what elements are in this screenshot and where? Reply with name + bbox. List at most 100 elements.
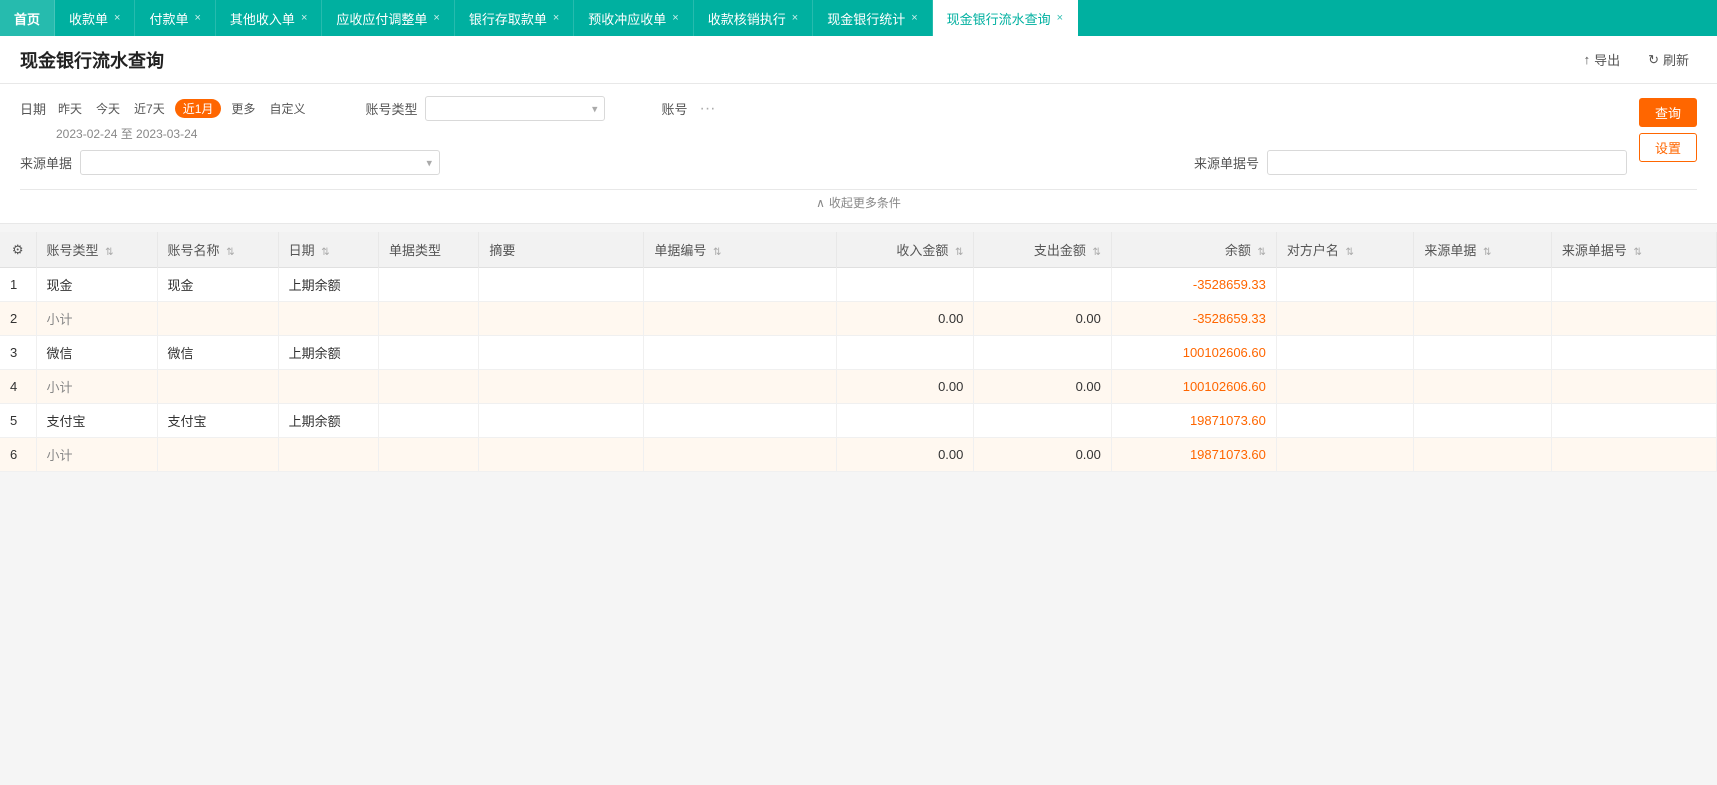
cell-date xyxy=(278,370,378,404)
col-counterparty[interactable]: 对方户名 ⇅ xyxy=(1276,232,1414,268)
cell-source-doc-no xyxy=(1551,370,1716,404)
cell-account-name xyxy=(157,370,278,404)
nav-home[interactable]: 首页 xyxy=(0,0,55,36)
filter-area: 日期 昨天 今天 近7天 近1月 更多 自定义 账号类型 xyxy=(0,84,1717,224)
sort-icon-5: ⇅ xyxy=(713,247,721,258)
nav-tab-2[interactable]: 其他收入单 × xyxy=(216,0,322,36)
col-date[interactable]: 日期 ⇅ xyxy=(278,232,378,268)
nav-tab-7[interactable]: 现金银行统计 × xyxy=(813,0,932,36)
cell-expense xyxy=(974,336,1112,370)
date-btn-today[interactable]: 今天 xyxy=(92,99,124,118)
table-row: 3微信微信上期余额100102606.60 xyxy=(0,336,1717,370)
col-doc-type[interactable]: 单据类型 xyxy=(378,232,478,268)
cell-expense xyxy=(974,268,1112,302)
nav-tab-3[interactable]: 应收应付调整单 × xyxy=(322,0,454,36)
sort-icon-2: ⇅ xyxy=(321,247,329,258)
date-label: 日期 xyxy=(20,99,46,118)
col-expense[interactable]: 支出金额 ⇅ xyxy=(974,232,1112,268)
col-doc-no[interactable]: 单据编号 ⇅ xyxy=(644,232,837,268)
collapse-icon: ∧ xyxy=(816,196,825,210)
cell-account-type: 微信 xyxy=(36,336,157,370)
close-icon-6[interactable]: × xyxy=(792,12,798,24)
nav-tab-5[interactable]: 预收冲应收单 × xyxy=(574,0,693,36)
account-type-select[interactable] xyxy=(425,96,605,121)
col-source-doc-no[interactable]: 来源单据号 ⇅ xyxy=(1551,232,1716,268)
collapse-bar[interactable]: ∧ 收起更多条件 xyxy=(20,189,1697,215)
query-button[interactable]: 查询 xyxy=(1639,98,1697,127)
date-btn-more[interactable]: 更多 xyxy=(227,99,259,118)
cell-doc-no xyxy=(644,370,837,404)
cell-balance: -3528659.33 xyxy=(1111,268,1276,302)
cell-doc-no xyxy=(644,336,837,370)
export-button[interactable]: ↑ 导出 xyxy=(1576,46,1629,73)
nav-tab-4[interactable]: 银行存取款单 × xyxy=(455,0,574,36)
cell-account-name: 支付宝 xyxy=(157,404,278,438)
cell-expense xyxy=(974,404,1112,438)
date-btn-custom[interactable]: 自定义 xyxy=(265,99,309,118)
col-account-type[interactable]: 账号类型 ⇅ xyxy=(36,232,157,268)
close-icon-8[interactable]: × xyxy=(1057,12,1063,24)
sort-icon-10: ⇅ xyxy=(1483,247,1491,258)
nav-tab-6[interactable]: 收款核销执行 × xyxy=(694,0,813,36)
col-balance[interactable]: 余额 ⇅ xyxy=(1111,232,1276,268)
nav-tab-1[interactable]: 付款单 × xyxy=(135,0,215,36)
header-actions: ↑ 导出 ↻ 刷新 xyxy=(1576,46,1697,73)
row-number: 6 xyxy=(0,438,36,472)
sort-icon-0: ⇅ xyxy=(105,247,113,258)
close-icon-7[interactable]: × xyxy=(911,12,917,24)
cell-doc-no xyxy=(644,302,837,336)
nav-tab-0[interactable]: 收款单 × xyxy=(55,0,135,36)
close-icon-2[interactable]: × xyxy=(301,12,307,24)
cell-expense: 0.00 xyxy=(974,370,1112,404)
cell-doc-no xyxy=(644,404,837,438)
source-doc-select[interactable] xyxy=(80,150,440,175)
cell-summary xyxy=(479,404,644,438)
page-title: 现金银行流水查询 xyxy=(20,47,164,73)
close-icon-5[interactable]: × xyxy=(672,12,678,24)
cell-summary xyxy=(479,268,644,302)
table-settings-icon[interactable]: ⚙ xyxy=(12,242,24,257)
collapse-label: 收起更多条件 xyxy=(829,194,901,211)
refresh-icon: ↻ xyxy=(1648,52,1659,68)
col-account-name[interactable]: 账号名称 ⇅ xyxy=(157,232,278,268)
top-nav: 首页 收款单 × 付款单 × 其他收入单 × 应收应付调整单 × 银行存取款单 … xyxy=(0,0,1717,36)
cell-source-doc-no xyxy=(1551,404,1716,438)
date-btn-yesterday[interactable]: 昨天 xyxy=(54,99,86,118)
date-btn-1month[interactable]: 近1月 xyxy=(175,99,222,118)
account-type-filter-group: 账号类型 xyxy=(365,96,605,121)
source-doc-no-input[interactable] xyxy=(1267,150,1627,175)
sort-icon-9: ⇅ xyxy=(1346,247,1354,258)
close-icon-4[interactable]: × xyxy=(553,12,559,24)
cell-counterparty xyxy=(1276,268,1414,302)
cell-counterparty xyxy=(1276,370,1414,404)
cell-date: 上期余额 xyxy=(278,336,378,370)
sort-icon-8: ⇅ xyxy=(1257,247,1265,258)
cell-source-doc-no xyxy=(1551,438,1716,472)
cell-income: 0.00 xyxy=(836,438,974,472)
refresh-button[interactable]: ↻ 刷新 xyxy=(1640,46,1697,73)
table-settings-col[interactable]: ⚙ xyxy=(0,232,36,268)
close-icon-1[interactable]: × xyxy=(194,12,200,24)
table-header-row: ⚙ 账号类型 ⇅ 账号名称 ⇅ 日期 ⇅ 单据类型 摘要 xyxy=(0,232,1717,268)
col-source-doc[interactable]: 来源单据 ⇅ xyxy=(1414,232,1552,268)
col-income[interactable]: 收入金额 ⇅ xyxy=(836,232,974,268)
table-row: 1现金现金上期余额-3528659.33 xyxy=(0,268,1717,302)
cell-doc-type xyxy=(378,268,478,302)
table-wrapper: ⚙ 账号类型 ⇅ 账号名称 ⇅ 日期 ⇅ 单据类型 摘要 xyxy=(0,232,1717,472)
col-summary[interactable]: 摘要 xyxy=(479,232,644,268)
settings-button[interactable]: 设置 xyxy=(1639,133,1697,162)
table-row: 5支付宝支付宝上期余额19871073.60 xyxy=(0,404,1717,438)
account-type-label: 账号类型 xyxy=(365,99,417,118)
cell-date xyxy=(278,438,378,472)
cell-account-type: 现金 xyxy=(36,268,157,302)
date-btn-7days[interactable]: 近7天 xyxy=(130,99,169,118)
export-icon: ↑ xyxy=(1584,52,1591,67)
close-icon-3[interactable]: × xyxy=(433,12,439,24)
cell-income xyxy=(836,404,974,438)
account-dots[interactable]: ··· xyxy=(699,100,715,118)
cell-counterparty xyxy=(1276,438,1414,472)
nav-tab-8[interactable]: 现金银行流水查询 × xyxy=(933,0,1078,36)
close-icon-0[interactable]: × xyxy=(114,12,120,24)
cell-balance: -3528659.33 xyxy=(1111,302,1276,336)
cell-account-name: 现金 xyxy=(157,268,278,302)
